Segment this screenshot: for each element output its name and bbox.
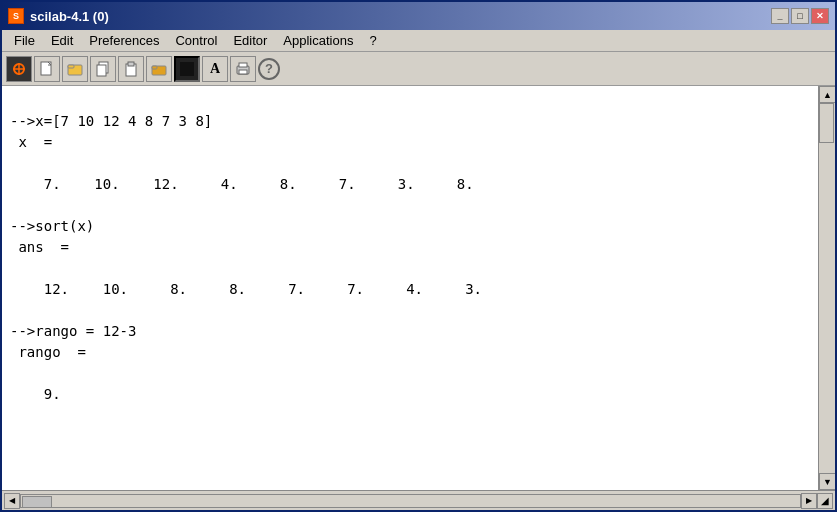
- menu-editor[interactable]: Editor: [225, 31, 275, 50]
- menu-preferences[interactable]: Preferences: [81, 31, 167, 50]
- toolbar-scilab-btn[interactable]: [6, 56, 32, 82]
- window-controls: _ □ ✕: [771, 8, 829, 24]
- title-bar: S scilab-4.1 (0) _ □ ✕: [2, 2, 835, 30]
- resize-grip[interactable]: ◢: [817, 493, 833, 509]
- toolbar-copy-btn[interactable]: [90, 56, 116, 82]
- horizontal-scrollbar: ◀ ▶: [4, 493, 817, 509]
- h-scroll-track[interactable]: [20, 494, 801, 508]
- title-bar-left: S scilab-4.1 (0): [8, 8, 109, 24]
- svg-rect-16: [239, 70, 247, 74]
- toolbar: A ?: [2, 52, 835, 86]
- maximize-button[interactable]: □: [791, 8, 809, 24]
- toolbar-paste-btn[interactable]: [118, 56, 144, 82]
- menu-control[interactable]: Control: [167, 31, 225, 50]
- content-area: -->x=[7 10 12 4 8 7 3 8] x = 7. 10. 12. …: [2, 86, 835, 490]
- svg-rect-8: [97, 65, 106, 76]
- toolbar-print-btn[interactable]: [230, 56, 256, 82]
- console-output[interactable]: -->x=[7 10 12 4 8 7 3 8] x = 7. 10. 12. …: [2, 86, 818, 490]
- menu-edit[interactable]: Edit: [43, 31, 81, 50]
- minimize-button[interactable]: _: [771, 8, 789, 24]
- scroll-right-button[interactable]: ▶: [801, 493, 817, 509]
- toolbar-stop-btn[interactable]: [174, 56, 200, 82]
- svg-rect-10: [128, 62, 134, 66]
- menu-file[interactable]: File: [6, 31, 43, 50]
- svg-rect-12: [152, 66, 157, 69]
- main-window: S scilab-4.1 (0) _ □ ✕ File Edit Prefere…: [0, 0, 837, 512]
- toolbar-new-btn[interactable]: [34, 56, 60, 82]
- h-scroll-thumb[interactable]: [22, 496, 52, 508]
- toolbar-font-btn[interactable]: A: [202, 56, 228, 82]
- toolbar-folder-btn[interactable]: [146, 56, 172, 82]
- menu-bar: File Edit Preferences Control Editor App…: [2, 30, 835, 52]
- scroll-left-button[interactable]: ◀: [4, 493, 20, 509]
- menu-applications[interactable]: Applications: [275, 31, 361, 50]
- toolbar-help-btn[interactable]: ?: [258, 58, 280, 80]
- svg-rect-6: [68, 65, 74, 68]
- window-title: scilab-4.1 (0): [30, 9, 109, 24]
- app-icon: S: [8, 8, 24, 24]
- scroll-thumb[interactable]: [819, 103, 834, 143]
- menu-help[interactable]: ?: [361, 31, 384, 50]
- toolbar-open-btn[interactable]: [62, 56, 88, 82]
- svg-rect-13: [180, 62, 194, 76]
- svg-rect-15: [239, 63, 247, 67]
- bottom-bar: ◀ ▶ ◢: [2, 490, 835, 510]
- scroll-track[interactable]: [819, 103, 835, 473]
- vertical-scrollbar: ▲ ▼: [818, 86, 835, 490]
- scroll-down-button[interactable]: ▼: [819, 473, 835, 490]
- console-text: -->x=[7 10 12 4 8 7 3 8] x = 7. 10. 12. …: [10, 90, 810, 405]
- scroll-up-button[interactable]: ▲: [819, 86, 835, 103]
- close-button[interactable]: ✕: [811, 8, 829, 24]
